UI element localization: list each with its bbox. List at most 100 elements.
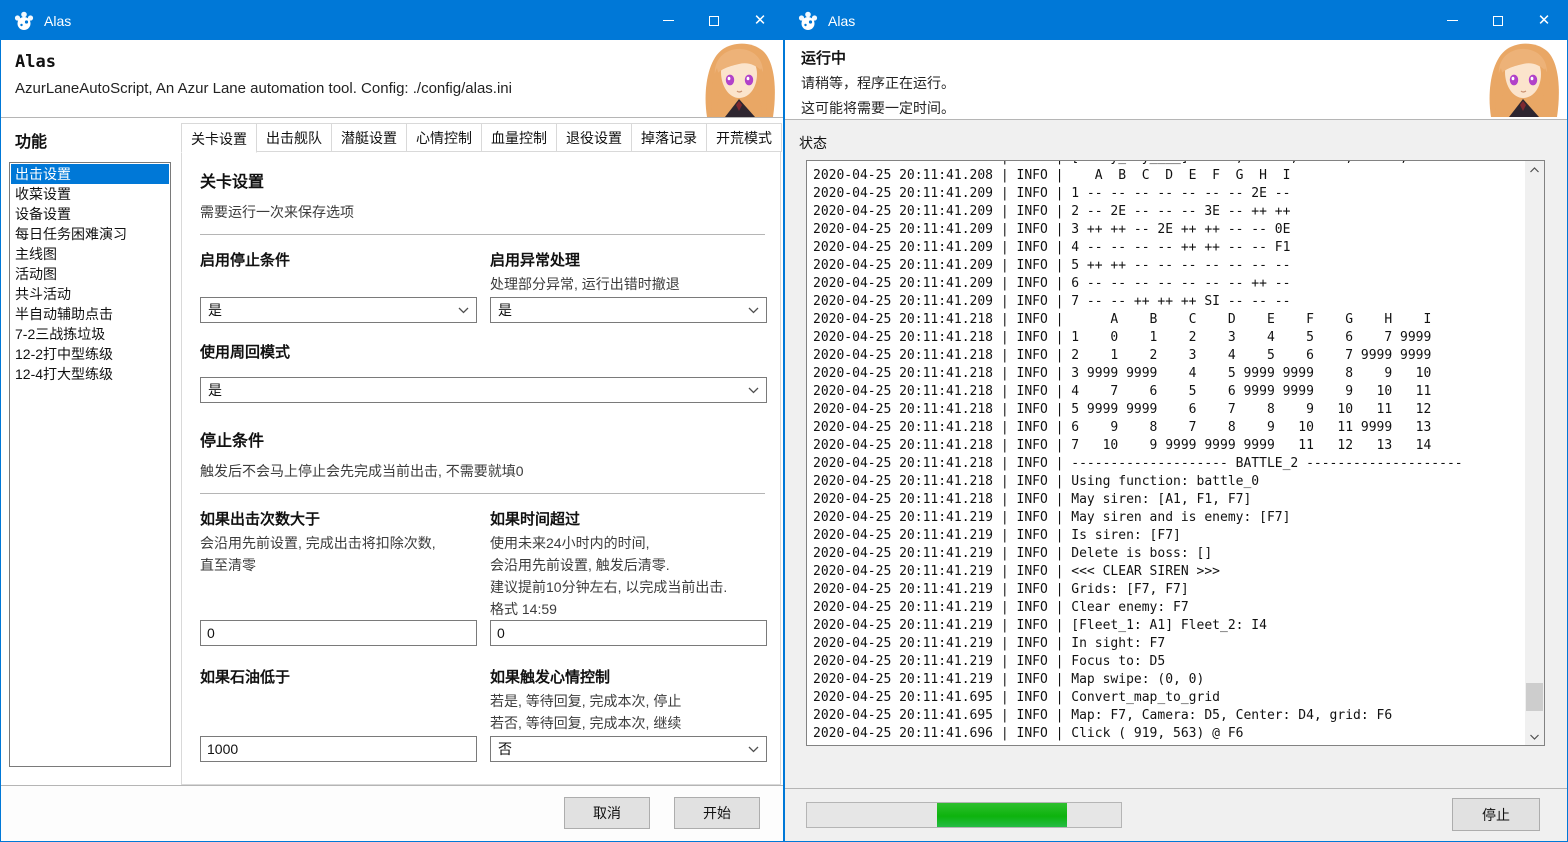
tab[interactable]: 退役设置 bbox=[556, 123, 632, 152]
app-subtitle: AzurLaneAutoScript, An Azur Lane automat… bbox=[15, 80, 783, 97]
sidebar-item[interactable]: 活动图 bbox=[11, 264, 169, 284]
sidebar-item[interactable]: 12-4打大型练级 bbox=[11, 364, 169, 384]
combobox-value: 是 bbox=[208, 300, 458, 320]
sidebar-item[interactable]: 每日任务困难演习 bbox=[11, 224, 169, 244]
if-oil-input[interactable] bbox=[200, 736, 477, 762]
if-count-input[interactable] bbox=[200, 620, 477, 646]
close-button[interactable]: ✕ bbox=[737, 1, 783, 40]
field-label: 启用停止条件 bbox=[200, 249, 477, 273]
progress-bar bbox=[806, 802, 1122, 828]
log-box[interactable]: 2020-04-25 20:11:41.208 | INFO | [enemy_… bbox=[806, 160, 1545, 746]
maximize-icon bbox=[709, 16, 719, 26]
scrollbar[interactable] bbox=[1525, 161, 1544, 745]
run-header: 运行中 请稍等，程序正在运行。 这可能将需要一定时间。 bbox=[785, 40, 1567, 120]
sidebar-heading: 功能 bbox=[15, 128, 181, 152]
titlebar[interactable]: Alas ✕ bbox=[785, 1, 1567, 40]
close-button[interactable]: ✕ bbox=[1521, 1, 1567, 40]
if-time-input[interactable] bbox=[490, 620, 767, 646]
settings-body: 功能 出击设置收菜设置设备设置每日任务困难演习主线图活动图共斗活动半自动辅助点击… bbox=[1, 118, 783, 785]
settings-footer: 取消 开始 bbox=[1, 785, 783, 841]
section-desc: 触发后不会马上停止会先完成当前出击, 不需要就填0 bbox=[200, 461, 765, 481]
run-desc-1: 请稍等，程序正在运行。 bbox=[801, 73, 1567, 93]
combobox-value: 是 bbox=[498, 300, 748, 320]
field-desc: 会沿用先前设置, 完成出击将扣除次数, 直至清零 bbox=[200, 532, 477, 620]
tab[interactable]: 血量控制 bbox=[481, 123, 557, 152]
field-desc bbox=[200, 273, 477, 297]
section-title: 停止条件 bbox=[200, 427, 765, 451]
tab[interactable]: 关卡设置 bbox=[181, 123, 257, 153]
section-title: 关卡设置 bbox=[200, 168, 765, 192]
window-runner: Alas ✕ 运行中 请稍等，程序正在运行。 这可能将需要一定时间。 bbox=[784, 0, 1568, 842]
sidebar-item[interactable]: 设备设置 bbox=[11, 204, 169, 224]
tab[interactable]: 心情控制 bbox=[406, 123, 482, 152]
tab-bar[interactable]: 关卡设置出击舰队潜艇设置心情控制血量控制退役设置掉落记录开荒模式 bbox=[181, 123, 781, 152]
form-row: 如果石油低于 如果触发心情控制 若是, 等待回复, 完成本次, 停止 若否, 等… bbox=[200, 666, 765, 762]
app-header: Alas AzurLaneAutoScript, An Azur Lane au… bbox=[1, 40, 783, 118]
settings-panel: 关卡设置 需要运行一次来保存选项 启用停止条件 是 bbox=[181, 151, 781, 785]
chevron-down-icon bbox=[748, 307, 759, 314]
field-label: 启用异常处理 bbox=[490, 249, 767, 273]
stop-enable-combobox[interactable]: 是 bbox=[200, 297, 477, 323]
scroll-down-icon[interactable] bbox=[1525, 728, 1544, 745]
status-area: 状态 2020-04-25 20:11:41.208 | INFO | [ene… bbox=[785, 120, 1567, 788]
sidebar-item[interactable]: 共斗活动 bbox=[11, 284, 169, 304]
app-title: Alas bbox=[15, 52, 783, 72]
sidebar-item[interactable]: 收菜设置 bbox=[11, 184, 169, 204]
function-list[interactable]: 出击设置收菜设置设备设置每日任务困难演习主线图活动图共斗活动半自动辅助点击7-2… bbox=[9, 162, 171, 767]
stop-button[interactable]: 停止 bbox=[1452, 798, 1540, 831]
scroll-up-icon[interactable] bbox=[1525, 161, 1544, 178]
minimize-button[interactable] bbox=[645, 1, 691, 40]
divider bbox=[200, 493, 765, 494]
maximize-button[interactable] bbox=[691, 1, 737, 40]
titlebar[interactable]: Alas ✕ bbox=[1, 1, 783, 40]
close-icon: ✕ bbox=[754, 13, 767, 28]
sidebar-item[interactable]: 7-2三战拣垃圾 bbox=[11, 324, 169, 344]
run-footer: 停止 bbox=[785, 788, 1567, 841]
sidebar-item[interactable]: 主线图 bbox=[11, 244, 169, 264]
sidebar-item[interactable]: 12-2打中型练级 bbox=[11, 344, 169, 364]
loop-mode-combobox[interactable]: 是 bbox=[200, 377, 767, 403]
avatar bbox=[701, 42, 777, 117]
divider bbox=[200, 234, 765, 235]
field-desc bbox=[200, 365, 767, 377]
cancel-button[interactable]: 取消 bbox=[564, 797, 650, 829]
start-button[interactable]: 开始 bbox=[674, 797, 760, 829]
minimize-icon bbox=[1447, 20, 1458, 21]
chevron-down-icon bbox=[458, 307, 469, 314]
combobox-value: 是 bbox=[208, 380, 748, 400]
section-desc: 需要运行一次来保存选项 bbox=[200, 202, 765, 222]
chevron-down-icon bbox=[748, 387, 759, 394]
window-settings: Alas ✕ Alas AzurLaneAutoScript, An Azur … bbox=[0, 0, 784, 842]
sidebar: 功能 出击设置收菜设置设备设置每日任务困难演习主线图活动图共斗活动半自动辅助点击… bbox=[1, 118, 181, 785]
field-desc: 使用未来24小时内的时间, 会沿用先前设置, 触发后清零. 建议提前10分钟左右… bbox=[490, 532, 767, 620]
content-column: 关卡设置出击舰队潜艇设置心情控制血量控制退役设置掉落记录开荒模式 关卡设置 需要… bbox=[181, 118, 783, 785]
form-row: 启用停止条件 是 启用异常处理 处理部分异常, 运行出错时撤退 是 bbox=[200, 249, 765, 323]
app-logo-icon bbox=[797, 10, 819, 32]
scroll-thumb[interactable] bbox=[1526, 683, 1543, 711]
tab[interactable]: 开荒模式 bbox=[706, 123, 782, 152]
if-emotion-combobox[interactable]: 否 bbox=[490, 736, 767, 762]
sidebar-item[interactable]: 半自动辅助点击 bbox=[11, 304, 169, 324]
exception-combobox[interactable]: 是 bbox=[490, 297, 767, 323]
run-desc-2: 这可能将需要一定时间。 bbox=[801, 98, 1567, 118]
log-text: 2020-04-25 20:11:41.208 | INFO | [enemy_… bbox=[807, 160, 1544, 743]
window-title: Alas bbox=[44, 13, 645, 29]
run-title: 运行中 bbox=[801, 47, 1567, 68]
form-row: 如果出击次数大于 会沿用先前设置, 完成出击将扣除次数, 直至清零 如果时间超过… bbox=[200, 508, 765, 646]
field-label: 如果时间超过 bbox=[490, 508, 767, 532]
minimize-button[interactable] bbox=[1429, 1, 1475, 40]
tab[interactable]: 掉落记录 bbox=[631, 123, 707, 152]
sidebar-item[interactable]: 出击设置 bbox=[11, 164, 169, 184]
maximize-button[interactable] bbox=[1475, 1, 1521, 40]
close-icon: ✕ bbox=[1538, 13, 1551, 28]
field-label: 如果触发心情控制 bbox=[490, 666, 767, 690]
window-title: Alas bbox=[828, 13, 1429, 29]
form-row: 使用周回模式 是 bbox=[200, 341, 765, 403]
maximize-icon bbox=[1493, 16, 1503, 26]
avatar bbox=[1485, 42, 1561, 117]
tab[interactable]: 潜艇设置 bbox=[331, 123, 407, 152]
chevron-down-icon bbox=[748, 746, 759, 753]
desktop: Alas ✕ Alas AzurLaneAutoScript, An Azur … bbox=[0, 0, 1568, 842]
app-logo-icon bbox=[13, 10, 35, 32]
tab[interactable]: 出击舰队 bbox=[256, 123, 332, 152]
